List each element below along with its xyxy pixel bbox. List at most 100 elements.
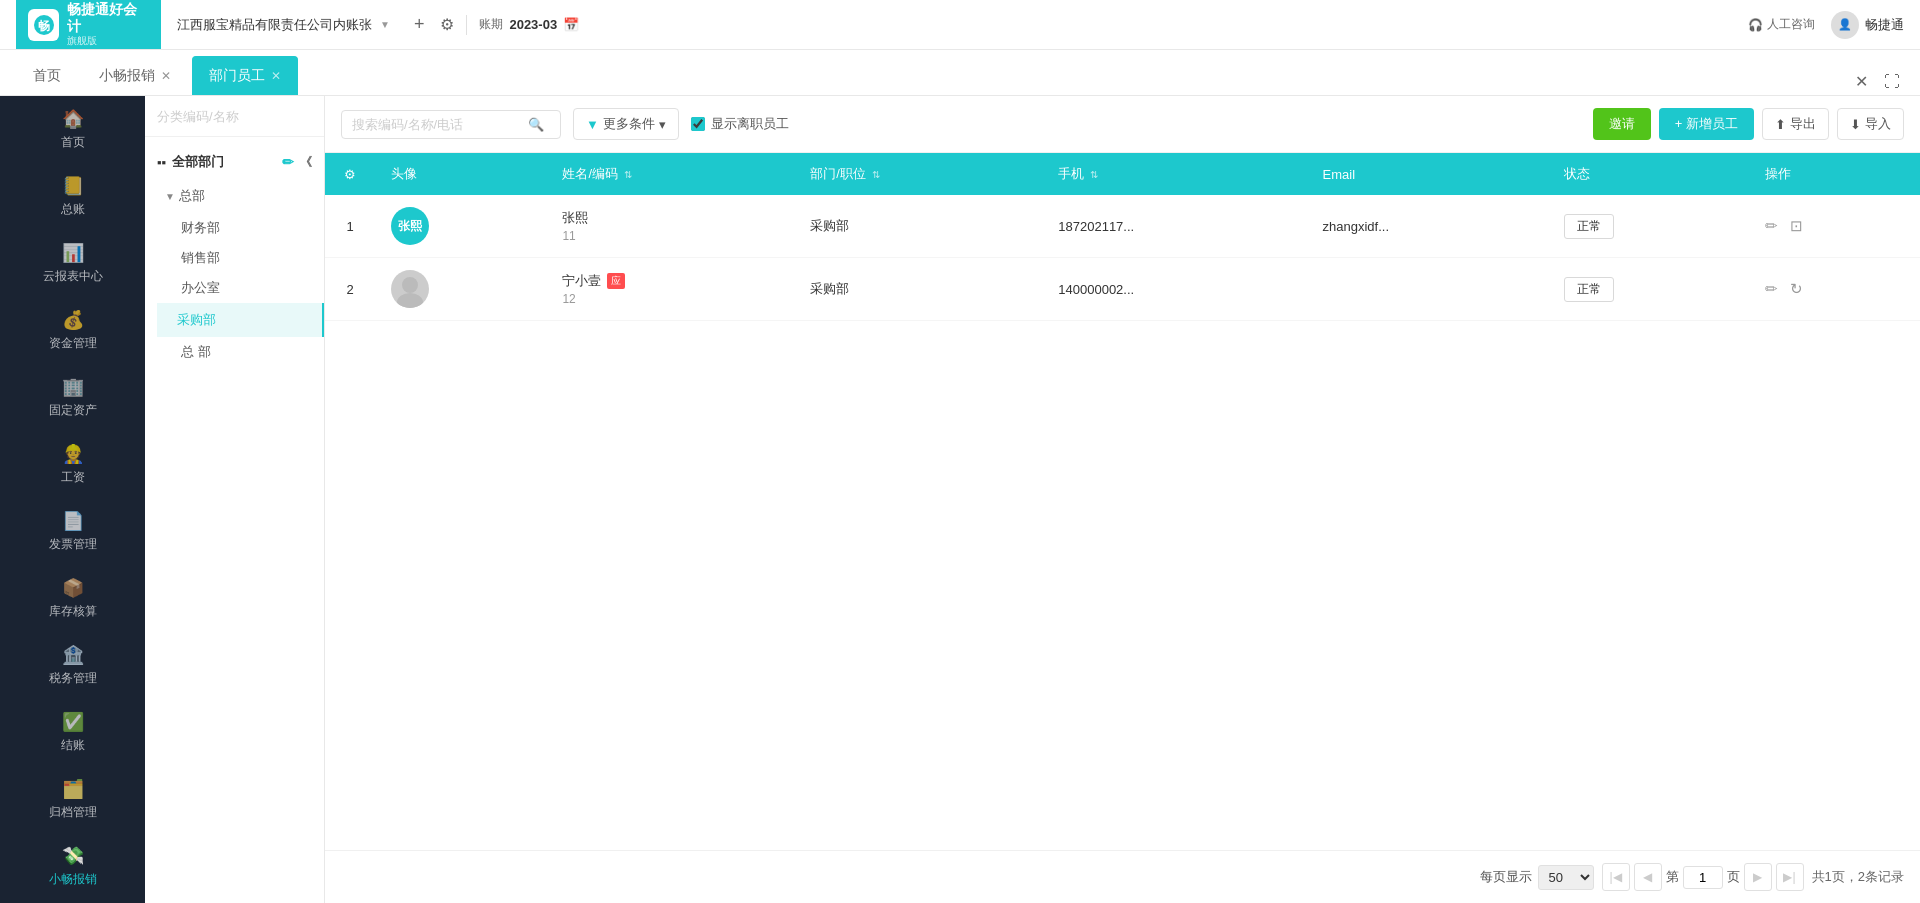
support-button[interactable]: 🎧 人工咨询 xyxy=(1748,16,1815,33)
row1-emp-name: 张熙 xyxy=(562,209,778,227)
avatar: 👤 xyxy=(1831,11,1859,39)
next-page-button[interactable]: ▶ xyxy=(1744,863,1772,891)
tab-expense[interactable]: 小畅报销 ✕ xyxy=(82,56,188,95)
row1-logout-icon[interactable]: ⊡ xyxy=(1790,217,1803,235)
dept-search-input[interactable] xyxy=(157,109,325,124)
first-page-button[interactable]: |◀ xyxy=(1602,863,1630,891)
sidebar-item-close[interactable]: ✅ 结账 xyxy=(0,699,145,766)
row1-phone-cell: 187202117... xyxy=(1042,195,1306,258)
toolbar-right: 邀请 + 新增员工 ⬆ 导出 ⬇ 导入 xyxy=(1593,108,1904,140)
current-page-input[interactable] xyxy=(1683,866,1723,889)
dept-sales[interactable]: 销售部 xyxy=(157,243,324,273)
sidebar-item-archive[interactable]: 🗂️ 归档管理 xyxy=(0,766,145,833)
expense-icon: 💸 xyxy=(62,845,84,867)
tab-expense-close[interactable]: ✕ xyxy=(161,69,171,83)
content-area: 🔍 ▪▪ 全部部门 ✏ 《 ▼ 总部 xyxy=(145,96,1920,903)
import-label: 导入 xyxy=(1865,115,1891,133)
header-right: 🎧 人工咨询 👤 畅捷通 xyxy=(1748,11,1904,39)
sidebar-label-expense: 小畅报销 xyxy=(49,871,97,888)
sidebar-item-ledger[interactable]: 📒 总账 xyxy=(0,163,145,230)
import-button[interactable]: ⬇ 导入 xyxy=(1837,108,1904,140)
tab-home[interactable]: 首页 xyxy=(16,56,78,95)
employee-table-container: ⚙ 头像 姓名/编码 ⇅ 部门/职位 ⇅ xyxy=(325,153,1920,850)
page-unit-label: 页 xyxy=(1727,868,1740,886)
add-employee-button[interactable]: + 新增员工 xyxy=(1659,108,1754,140)
sidebar-label-funds: 资金管理 xyxy=(49,335,97,352)
tab-close-action[interactable]: ✕ xyxy=(1851,68,1872,95)
th-dept[interactable]: 部门/职位 ⇅ xyxy=(794,153,1042,195)
sidebar-item-home[interactable]: 🏠 首页 xyxy=(0,96,145,163)
sidebar-item-expense[interactable]: 💸 小畅报销 xyxy=(0,833,145,900)
pagination: 每页显示 50 10 20 100 |◀ ◀ 第 xyxy=(325,850,1920,903)
tab-expand-action[interactable]: ⛶ xyxy=(1880,69,1904,95)
dept-edit-icon[interactable]: ✏ xyxy=(282,154,294,170)
sidebar-label-assets: 固定资产 xyxy=(49,402,97,419)
sidebar-item-funds[interactable]: 💰 资金管理 xyxy=(0,297,145,364)
employee-search-input[interactable] xyxy=(352,117,520,132)
sidebar-label-close: 结账 xyxy=(61,737,85,754)
row2-actions-cell: ✏ ↻ xyxy=(1749,258,1920,321)
invite-button[interactable]: 邀请 xyxy=(1593,108,1651,140)
inventory-icon: 📦 xyxy=(62,577,84,599)
tab-dept-employee[interactable]: 部门员工 ✕ xyxy=(192,56,298,95)
show-resigned-checkbox[interactable] xyxy=(691,117,705,131)
expand-icon: ▼ xyxy=(165,191,175,202)
logo-subtitle: 旗舰版 xyxy=(67,34,149,48)
row1-edit-icon[interactable]: ✏ xyxy=(1765,217,1778,235)
row2-edit-icon[interactable]: ✏ xyxy=(1765,280,1778,298)
row1-name-code: 张熙 11 xyxy=(562,209,778,243)
logo-icon: 畅 xyxy=(28,9,59,41)
th-settings[interactable]: ⚙ xyxy=(325,153,375,195)
th-dept-sort-icon[interactable]: ⇅ xyxy=(872,169,880,180)
th-name-sort-icon[interactable]: ⇅ xyxy=(624,169,632,180)
sidebar-label-ledger: 总账 xyxy=(61,201,85,218)
th-avatar: 头像 xyxy=(375,153,546,195)
sidebar-item-reports[interactable]: 📊 云报表中心 xyxy=(0,230,145,297)
company-dropdown-icon: ▼ xyxy=(380,19,390,30)
period-selector[interactable]: 账期 2023-03 📅 xyxy=(471,16,587,33)
dept-procurement[interactable]: 采购部 xyxy=(157,303,324,337)
sidebar-item-salary[interactable]: 👷 工资 xyxy=(0,431,145,498)
dept-node-general[interactable]: ▼ 总部 xyxy=(145,179,324,213)
sidebar-item-inventory[interactable]: 📦 库存核算 xyxy=(0,565,145,632)
add-button[interactable]: + xyxy=(406,14,433,35)
row2-refresh-icon[interactable]: ↻ xyxy=(1790,280,1803,298)
th-name[interactable]: 姓名/编码 ⇅ xyxy=(546,153,794,195)
tab-dept-close[interactable]: ✕ xyxy=(271,69,281,83)
home-icon: 🏠 xyxy=(62,108,84,130)
last-page-button[interactable]: ▶| xyxy=(1776,863,1804,891)
tab-right-actions: ✕ ⛶ xyxy=(1851,68,1904,95)
th-phone-sort-icon[interactable]: ⇅ xyxy=(1090,169,1098,180)
logo-area: 畅 畅捷通好会计 旗舰版 xyxy=(16,0,161,49)
company-selector[interactable]: 江西服宝精品有限责任公司内账张 ▼ xyxy=(161,16,406,34)
export-icon: ⬆ xyxy=(1775,117,1786,132)
user-menu[interactable]: 👤 畅捷通 xyxy=(1831,11,1904,39)
sidebar-item-invoice[interactable]: 📄 发票管理 xyxy=(0,498,145,565)
sidebar-item-tax[interactable]: 🏦 税务管理 xyxy=(0,632,145,699)
tab-dept-label: 部门员工 xyxy=(209,67,265,85)
prev-page-button[interactable]: ◀ xyxy=(1634,863,1662,891)
row2-status-badge: 正常 xyxy=(1564,277,1614,302)
export-button[interactable]: ⬆ 导出 xyxy=(1762,108,1829,140)
sidebar-item-assets[interactable]: 🏢 固定资产 xyxy=(0,364,145,431)
show-resigned-text: 显示离职员工 xyxy=(711,115,789,133)
employee-search-icon[interactable]: 🔍 xyxy=(528,117,544,132)
dept-office[interactable]: 办公室 xyxy=(157,273,324,303)
dept-finance[interactable]: 财务部 xyxy=(157,213,324,243)
th-dept-label: 部门/职位 xyxy=(810,166,866,181)
page-nav: |◀ ◀ 第 页 ▶ ▶| xyxy=(1602,863,1804,891)
more-filter-button[interactable]: ▼ 更多条件 ▾ xyxy=(573,108,679,140)
row1-emp-code: 11 xyxy=(562,229,778,243)
th-phone[interactable]: 手机 ⇅ xyxy=(1042,153,1306,195)
user-avatar-icon: 👤 xyxy=(1838,18,1852,31)
per-page-dropdown[interactable]: 50 10 20 100 xyxy=(1538,865,1594,890)
dept-label-general: 总部 xyxy=(179,187,205,205)
dept-collapse-icon[interactable]: 《 xyxy=(300,154,312,171)
all-dept-header[interactable]: ▪▪ 全部部门 ✏ 《 xyxy=(145,145,324,179)
employee-table: ⚙ 头像 姓名/编码 ⇅ 部门/职位 ⇅ xyxy=(325,153,1920,321)
show-resigned-label[interactable]: 显示离职员工 xyxy=(691,115,789,133)
settings-icon[interactable]: ⚙ xyxy=(432,15,462,34)
table-row: 1 张熙 张熙 11 xyxy=(325,195,1920,258)
dept-hq[interactable]: 总 部 xyxy=(157,337,324,367)
calendar-icon: 📅 xyxy=(563,17,579,32)
